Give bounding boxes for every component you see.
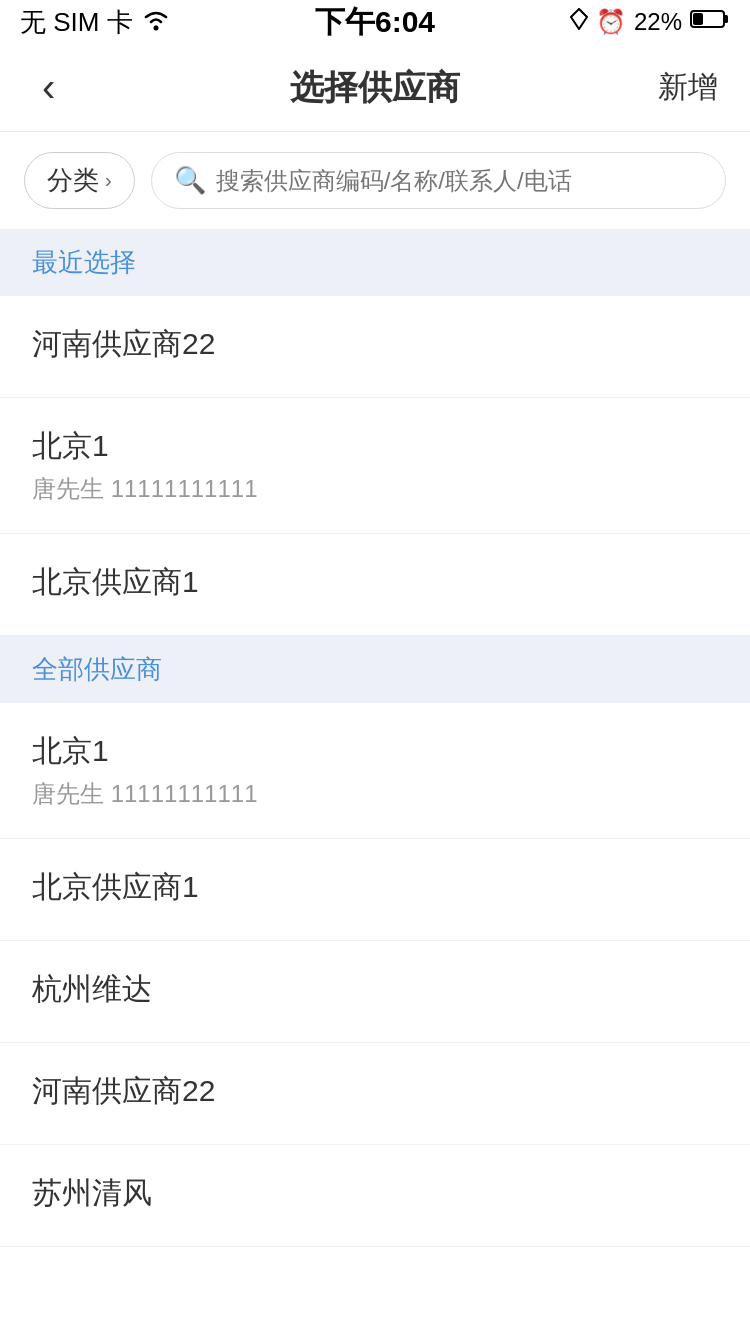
item-name: 河南供应商22 [32,324,718,365]
item-name: 苏州清风 [32,1173,718,1214]
category-label: 分类 [47,163,99,198]
item-name: 北京1 [32,731,718,772]
all-section-header: 全部供应商 [0,636,750,703]
nav-bar: ‹ 选择供应商 新增 [0,44,750,132]
all-section-label: 全部供应商 [32,654,162,684]
list-item[interactable]: 苏州清风 [0,1145,750,1247]
page-title: 选择供应商 [290,65,460,111]
list-item[interactable]: 北京1 唐先生 11111111111 [0,703,750,839]
all-list: 北京1 唐先生 11111111111 北京供应商1 杭州维达河南供应商22 苏州清风 [0,703,750,1247]
list-item[interactable]: 北京1 唐先生 11111111111 [0,398,750,534]
item-sub: 唐先生 11111111111 [32,473,718,505]
battery-percent: 22% [634,8,682,36]
list-item[interactable]: 河南供应商22 [0,296,750,398]
recent-section-label: 最近选择 [32,247,136,277]
item-name: 北京1 [32,426,718,467]
list-item[interactable]: 杭州维达 [0,941,750,1043]
list-item[interactable]: 北京供应商1 [0,534,750,636]
chevron-right-icon: › [105,169,112,192]
list-item[interactable]: 河南供应商22 [0,1043,750,1145]
status-left: 无 SIM 卡 [20,5,171,40]
filter-bar: 分类 › 🔍 [0,132,750,229]
recent-list: 河南供应商22 北京1 唐先生 11111111111 北京供应商1 [0,296,750,636]
search-icon: 🔍 [174,165,206,196]
svg-rect-2 [724,15,728,23]
svg-rect-3 [693,13,703,25]
location-icon [570,8,588,36]
search-bar: 🔍 [151,152,726,209]
alarm-icon: ⏰ [596,8,626,36]
status-bar: 无 SIM 卡 下午6:04 ⏰ 22% [0,0,750,44]
status-right: ⏰ 22% [570,8,730,36]
item-sub: 唐先生 11111111111 [32,778,718,810]
battery-icon [690,8,730,36]
list-item[interactable]: 北京供应商1 [0,839,750,941]
item-name: 北京供应商1 [32,562,718,603]
back-button[interactable]: ‹ [32,55,65,120]
recent-section-header: 最近选择 [0,229,750,296]
item-name: 杭州维达 [32,969,718,1010]
wifi-icon [141,7,171,38]
add-button[interactable]: 新增 [658,67,718,108]
search-input[interactable] [216,167,703,195]
sim-status: 无 SIM 卡 [20,5,133,40]
status-time: 下午6:04 [315,2,435,43]
item-name: 北京供应商1 [32,867,718,908]
item-name: 河南供应商22 [32,1071,718,1112]
category-button[interactable]: 分类 › [24,152,135,209]
svg-point-0 [153,25,158,30]
